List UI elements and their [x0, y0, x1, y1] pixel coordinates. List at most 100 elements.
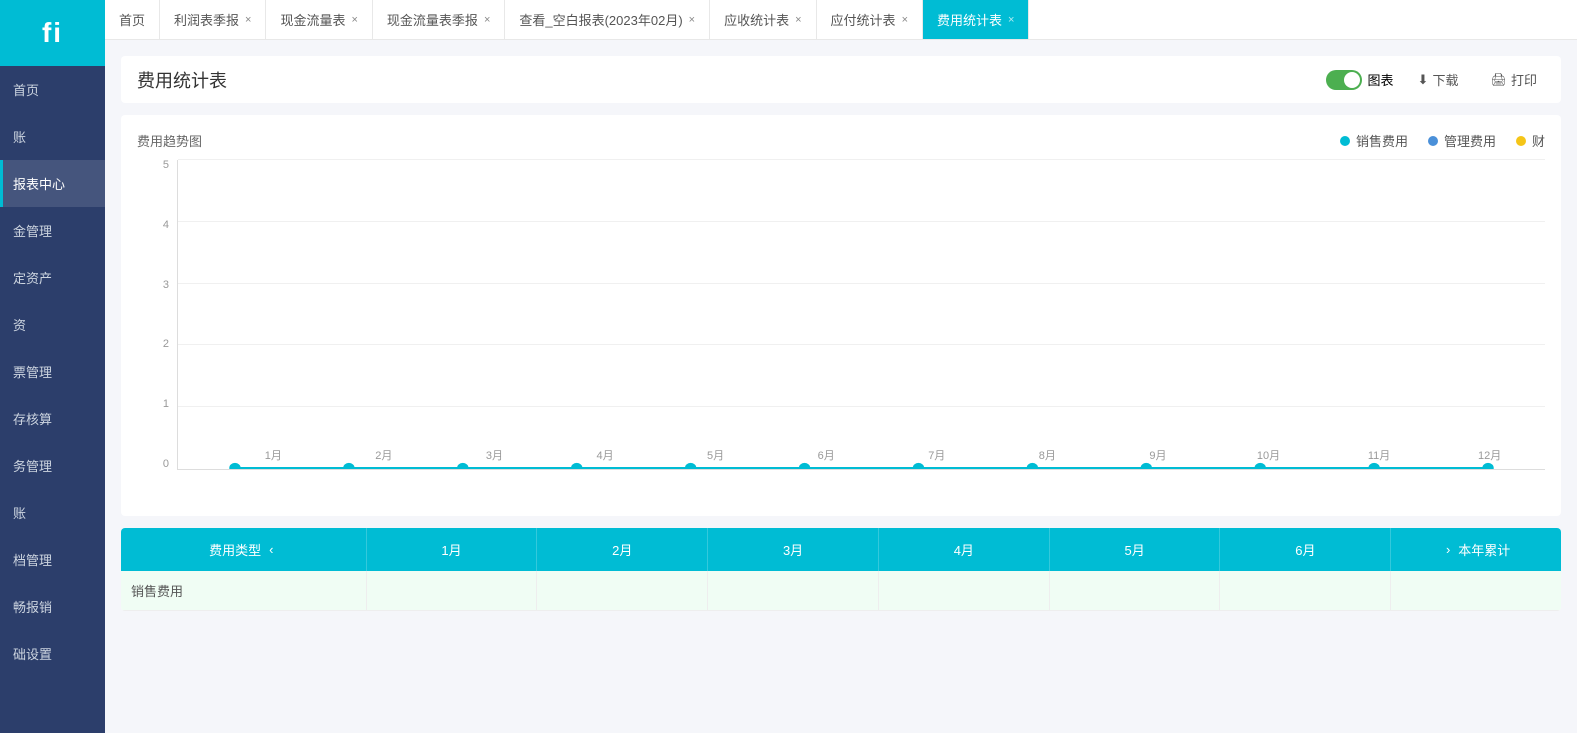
- y-label: 0: [137, 459, 175, 470]
- page-title: 费用统计表: [137, 67, 227, 93]
- main-area: 首页利润表季报×现金流量表×现金流量表季报×查看_空白报表(2023年02月)×…: [105, 0, 1577, 733]
- x-label: 6月: [771, 447, 882, 463]
- chart-toggle[interactable]: [1326, 70, 1362, 90]
- td-m2: [537, 571, 708, 610]
- tab-close-payable[interactable]: ×: [902, 14, 908, 26]
- sidebar-item-report-center[interactable]: 报表中心: [0, 160, 105, 207]
- y-axis: 0 1 2 3 4 5: [137, 160, 175, 470]
- sidebar-item-fixed-assets[interactable]: 定资产: [0, 254, 105, 301]
- y-label: 4: [137, 220, 175, 231]
- x-label: 8月: [992, 447, 1103, 463]
- x-label: 1月: [218, 447, 329, 463]
- legend-sales-expense: 销售费用: [1340, 131, 1408, 150]
- tab-close-profit-quarterly[interactable]: ×: [245, 14, 251, 26]
- download-icon: ⬇: [1418, 72, 1429, 88]
- tab-label-receivable: 应收统计表: [724, 10, 789, 29]
- chart-header: 费用趋势图 销售费用管理费用财: [137, 131, 1545, 150]
- tab-label-view-blank: 查看_空白报表(2023年02月): [519, 10, 682, 29]
- x-label: 3月: [439, 447, 550, 463]
- sidebar-item-file-mgmt[interactable]: 档管理: [0, 536, 105, 583]
- tab-receivable[interactable]: 应收统计表 ×: [710, 0, 816, 39]
- chart-section: 费用趋势图 销售费用管理费用财 012345: [121, 115, 1561, 516]
- sidebar-item-service-mgmt[interactable]: 务管理: [0, 442, 105, 489]
- legend-dot-mgmt-expense: [1428, 136, 1438, 146]
- chart-svg: [178, 160, 1545, 469]
- th-label-m6: 6月: [1295, 540, 1315, 559]
- x-axis: 1月2月3月4月5月6月7月8月9月10月11月12月: [218, 441, 1545, 469]
- table-next-button[interactable]: ›: [1442, 540, 1454, 559]
- tab-label-home: 首页: [119, 10, 145, 29]
- print-button[interactable]: 🖨 打印: [1482, 66, 1545, 93]
- tab-cashflow-quarterly[interactable]: 现金流量表季报×: [373, 0, 505, 39]
- td-ytd: [1391, 571, 1561, 610]
- tab-close-expense-stats[interactable]: ×: [1008, 14, 1014, 26]
- th-label-m2: 2月: [612, 540, 632, 559]
- table-prev-button[interactable]: ‹: [265, 540, 277, 559]
- th-label-m4: 4月: [954, 540, 974, 559]
- sidebar: fi 首页账报表中心金管理定资产资票管理存核算务管理账档管理畅报销础设置: [0, 0, 105, 733]
- chart-toggle-group: 图表: [1326, 70, 1394, 90]
- table-header: 费用类型‹ 1月 2月 3月 4月 5月 6月 ›本年累计: [121, 528, 1561, 571]
- tab-close-receivable[interactable]: ×: [795, 14, 801, 26]
- th-label-m3: 3月: [783, 540, 803, 559]
- sidebar-item-ticket-mgmt[interactable]: 票管理: [0, 348, 105, 395]
- tab-close-view-blank[interactable]: ×: [689, 14, 695, 26]
- tab-close-cashflow[interactable]: ×: [351, 14, 357, 26]
- tab-expense-stats[interactable]: 费用统计表 ×: [923, 0, 1029, 39]
- legend-mgmt-expense: 管理费用: [1428, 131, 1496, 150]
- sidebar-item-fund-mgmt[interactable]: 金管理: [0, 207, 105, 254]
- tab-payable[interactable]: 应付统计表×: [817, 0, 923, 39]
- th-m2: 2月: [537, 528, 708, 571]
- x-label: 4月: [550, 447, 661, 463]
- y-label: 1: [137, 399, 175, 410]
- th-m3: 3月: [708, 528, 879, 571]
- sidebar-item-expense-report[interactable]: 畅报销: [0, 583, 105, 630]
- app-logo: fi: [0, 0, 105, 66]
- tab-home[interactable]: 首页: [105, 0, 160, 39]
- tab-close-cashflow-quarterly[interactable]: ×: [484, 14, 490, 26]
- chart-area: 1月2月3月4月5月6月7月8月9月10月11月12月: [177, 160, 1545, 470]
- print-icon: 🖨: [1490, 72, 1507, 88]
- x-label: 5月: [660, 447, 771, 463]
- td-expense-type: 销售费用: [121, 571, 367, 610]
- sidebar-item-account[interactable]: 账: [0, 113, 105, 160]
- th-m1: 1月: [367, 528, 538, 571]
- th-label-m5: 5月: [1124, 540, 1144, 559]
- tab-view-blank[interactable]: 查看_空白报表(2023年02月) ×: [505, 0, 710, 39]
- page-header: 费用统计表 图表 ⬇ 下载 🖨 打印: [121, 56, 1561, 103]
- x-label: 7月: [881, 447, 992, 463]
- header-actions: 图表 ⬇ 下载 🖨 打印: [1326, 66, 1545, 93]
- td-m3: [708, 571, 879, 610]
- y-label: 2: [137, 339, 175, 350]
- th-label-type: 费用类型: [209, 540, 261, 559]
- legend-dot-finance-expense: [1516, 136, 1526, 146]
- td-m1: [367, 571, 538, 610]
- tab-label-expense-stats: 费用统计表: [937, 10, 1002, 29]
- x-label: 10月: [1213, 447, 1324, 463]
- x-label: 12月: [1434, 447, 1545, 463]
- tab-cashflow[interactable]: 现金流量表 ×: [266, 0, 372, 39]
- table-section: 费用类型‹ 1月 2月 3月 4月 5月 6月 ›本年累计 销售费用: [121, 528, 1561, 611]
- y-label: 3: [137, 280, 175, 291]
- tab-label-cashflow: 现金流量表: [280, 10, 345, 29]
- th-label-ytd: 本年累计: [1458, 540, 1510, 559]
- chart-toggle-label: 图表: [1368, 70, 1394, 89]
- th-m4: 4月: [879, 528, 1050, 571]
- sidebar-item-home[interactable]: 首页: [0, 66, 105, 113]
- y-label: 5: [137, 160, 175, 171]
- download-button[interactable]: ⬇ 下载: [1410, 66, 1467, 93]
- sidebar-item-inventory[interactable]: 存核算: [0, 395, 105, 442]
- legend-label-finance-expense: 财: [1532, 131, 1545, 150]
- td-m6: [1220, 571, 1391, 610]
- td-m5: [1050, 571, 1221, 610]
- tab-bar: 首页利润表季报×现金流量表×现金流量表季报×查看_空白报表(2023年02月)×…: [105, 0, 1577, 40]
- legend-label-sales-expense: 销售费用: [1356, 131, 1408, 150]
- tab-profit-quarterly[interactable]: 利润表季报×: [160, 0, 266, 39]
- x-label: 9月: [1103, 447, 1214, 463]
- sidebar-scroll: 首页账报表中心金管理定资产资票管理存核算务管理账档管理畅报销础设置: [0, 66, 105, 733]
- legend-dot-sales-expense: [1340, 136, 1350, 146]
- sidebar-item-accounting[interactable]: 账: [0, 489, 105, 536]
- sidebar-item-basic-settings[interactable]: 础设置: [0, 630, 105, 677]
- sidebar-item-investment[interactable]: 资: [0, 301, 105, 348]
- table-row: 销售费用: [121, 571, 1561, 611]
